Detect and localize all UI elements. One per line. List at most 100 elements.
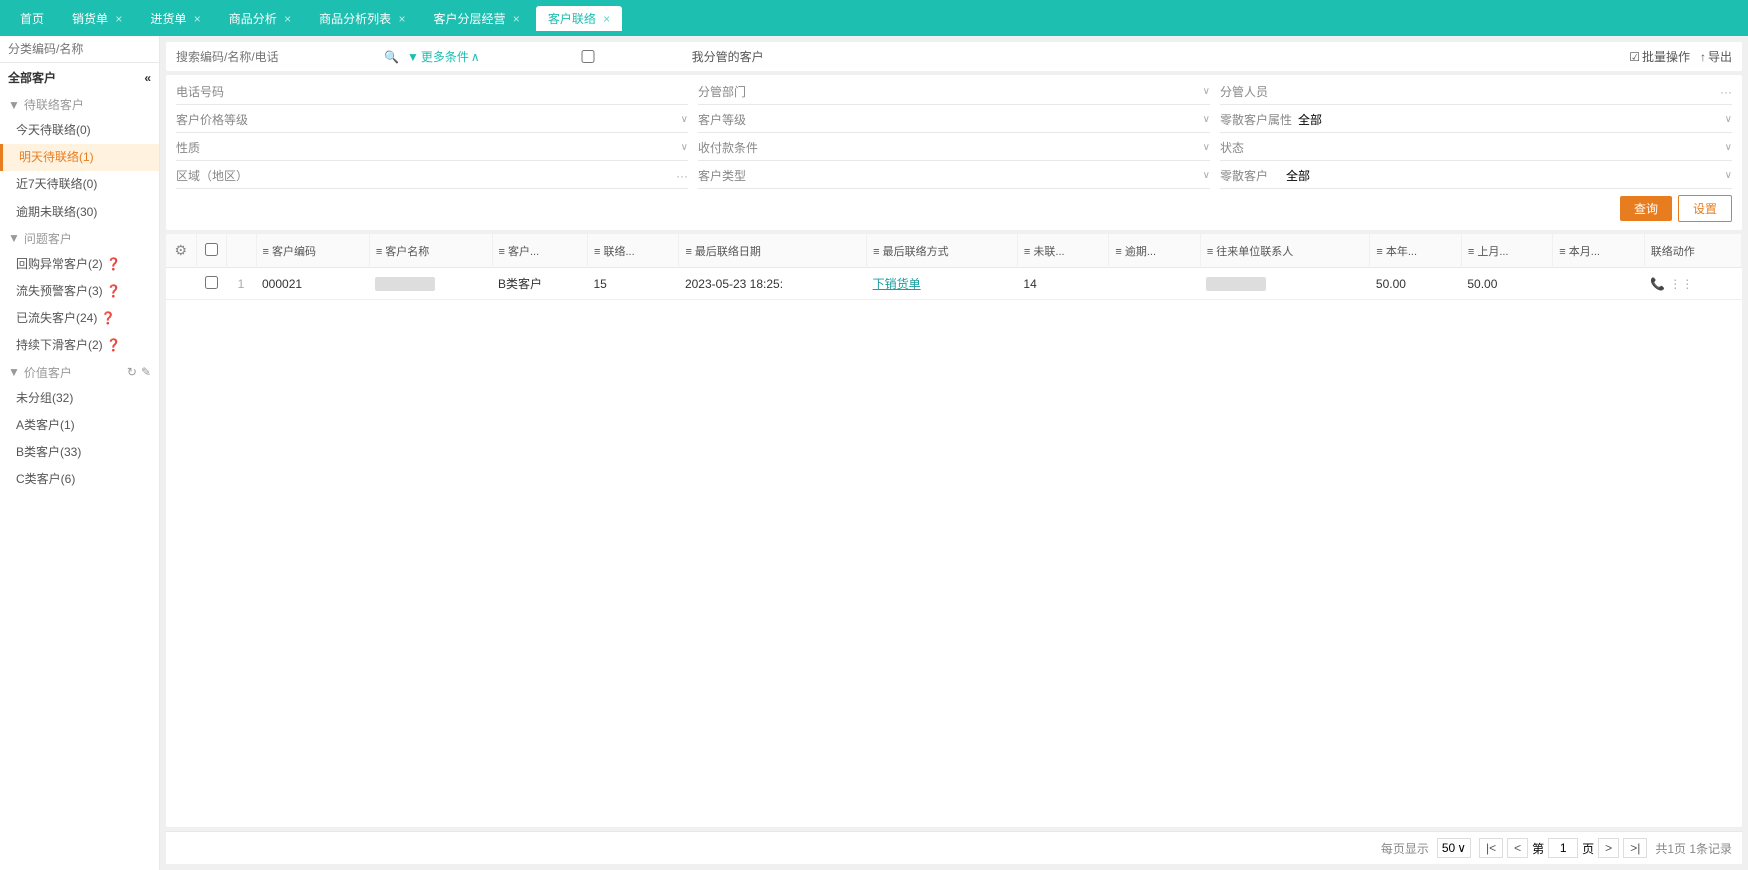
page-label: 第 [1532,840,1544,857]
close-icon[interactable]: × [284,12,291,26]
row-action-phone-icon[interactable]: 📞 [1650,277,1665,291]
sidebar-item-lost[interactable]: 已流失客户(24) ❓ [0,305,159,332]
sidebar-item-declining[interactable]: 持续下滑客户(2) ❓ [0,332,159,359]
filter-customer-type-select[interactable]: ∨ [764,170,1210,181]
chevron-down-icon: ∨ [1203,114,1210,125]
filter-nature-select[interactable]: ∨ [242,142,688,153]
sidebar-search-row: 🔍 [0,36,159,63]
per-page-select[interactable]: 50 ∨ [1437,838,1471,858]
filter-retail-attr-select[interactable]: 全部 ∨ [1298,111,1732,128]
chevron-down-icon: ∨ [1725,142,1732,153]
triangle-icon: ▼ [8,365,20,379]
search-input[interactable] [176,50,376,64]
close-icon[interactable]: × [513,12,520,26]
sidebar-item-tomorrow[interactable]: 明天待联络(1) [0,144,159,171]
page-number-input[interactable] [1548,838,1578,858]
col-gear: ⚙ [166,234,196,268]
sidebar-item-overdue[interactable]: 逾期未联络(30) [0,199,159,226]
row-action: 📞 ⋮⋮ [1644,268,1741,300]
close-icon[interactable]: × [398,12,405,26]
content-area: 🔍 ▼ 更多条件 ∧ 我分管的客户 ☑ 批量操作 ↑ 导出 [160,36,1748,870]
filter-payment-label: 收付款条件 [698,139,758,156]
nav-product-analysis[interactable]: 商品分析 × [217,6,303,31]
filter-status-select[interactable]: ∨ [1286,142,1732,153]
nav-customer-tier[interactable]: 客户分层经营 × [421,6,531,31]
col-check [196,234,226,268]
group-value-customers[interactable]: ▼ 价值客户 ↻ ✎ [0,360,159,385]
filter-price-level: 客户价格等级 ∨ [176,111,688,133]
filter-dept: 分管部门 ∨ [698,83,1210,105]
filter-dept-label: 分管部门 [698,83,758,100]
prev-page-button[interactable]: < [1507,838,1528,858]
filter-dept-select[interactable]: ∨ [764,86,1210,97]
nav-sales[interactable]: 销货单 × [60,6,134,31]
next-page-button[interactable]: > [1598,838,1619,858]
refresh-icon[interactable]: ↻ [127,365,137,379]
nav-customer-contact[interactable]: 客户联络 × [536,6,622,31]
row-last-month: 50.00 [1461,268,1552,300]
my-customers-checkbox-label[interactable]: 我分管的客户 [488,48,764,65]
sidebar: 🔍 全部客户 « ▼ 待联络客户 今天待联络(0) 明天待联络(1) 近7天待联… [0,36,160,870]
export-button[interactable]: ↑ 导出 [1700,48,1732,65]
filter-status-label: 状态 [1220,139,1280,156]
select-all-checkbox[interactable] [205,243,218,256]
filter-retail-customer-select[interactable]: 全部 ∨ [1286,167,1732,184]
batch-op-button[interactable]: ☑ 批量操作 [1629,48,1690,65]
sidebar-item-today[interactable]: 今天待联络(0) [0,117,159,144]
edit-icon[interactable]: ✎ [141,365,151,379]
sidebar-item-b-class[interactable]: B类客户(33) [0,439,159,466]
row-customer-code: 000021 [256,268,369,300]
row-select-checkbox[interactable] [205,276,218,289]
row-customer-name [369,268,492,300]
filter-nature-label: 性质 [176,139,236,156]
filter-customer-level-select[interactable]: ∨ [764,114,1210,125]
group-problem-customers[interactable]: ▼ 问题客户 [0,226,159,251]
sidebar-item-ungroup[interactable]: 未分组(32) [0,385,159,412]
last-contact-link[interactable]: 下销货单 [873,277,921,291]
query-button[interactable]: 查询 [1620,196,1672,221]
all-customers-title[interactable]: 全部客户 « [0,63,159,92]
sidebar-item-warning[interactable]: 流失预警客户(3) ❓ [0,278,159,305]
nav-product-analysis-list[interactable]: 商品分析列表 × [307,6,417,31]
filter-region-label: 区域（地区） [176,167,248,184]
search-button[interactable]: 🔍 [384,50,399,64]
dots-icon: ··· [676,169,688,183]
close-icon[interactable]: × [603,12,610,26]
chevron-down-icon: ∨ [1203,170,1210,181]
sidebar-item-7days[interactable]: 近7天待联络(0) [0,171,159,198]
sidebar-item-a-class[interactable]: A类客户(1) [0,412,159,439]
filter-customer-type-label: 客户类型 [698,167,758,184]
filter-phone-label: 电话号码 [176,83,236,100]
more-filter-button[interactable]: ▼ 更多条件 ∧ [407,48,480,65]
group-pending-contact[interactable]: ▼ 待联络客户 [0,92,159,117]
nav-home[interactable]: 首页 [8,6,56,31]
chevron-down-icon: ∨ [1725,114,1732,125]
filter-retail-attr-label: 零散客户属性 [1220,111,1292,128]
collapse-icon[interactable]: « [144,71,151,85]
row-action-grid-icon[interactable]: ⋮⋮ [1669,277,1693,291]
col-contact-header: ≡ 联络... [588,234,679,268]
gear-icon[interactable]: ⚙ [174,242,187,258]
table-container: ⚙ ≡ 客户编码 ≡ 客户名称 ≡ 客户... ≡ 联络... ≡ 最后联络日期… [166,234,1742,827]
filter-payment-select[interactable]: ∨ [764,142,1210,153]
row-this-month [1553,268,1644,300]
close-icon[interactable]: × [194,12,201,26]
col-customer-name-header: ≡ 客户名称 [369,234,492,268]
sidebar-item-abnormal[interactable]: 回购异常客户(2) ❓ [0,251,159,278]
close-icon[interactable]: × [115,12,122,26]
first-page-button[interactable]: |< [1479,838,1503,858]
my-customers-checkbox[interactable] [488,50,688,63]
sidebar-search-input[interactable] [8,42,160,56]
row-checkbox [196,268,226,300]
filter-price-level-select[interactable]: ∨ [254,114,688,125]
filter-region-select[interactable]: ··· [254,169,688,183]
check-icon: ☑ [1629,50,1640,64]
filter-manager-select[interactable]: ··· [1286,85,1732,99]
col-action-header: 联络动作 [1644,234,1741,268]
nav-purchase[interactable]: 进货单 × [138,6,212,31]
last-page-button[interactable]: >| [1623,838,1647,858]
col-last-contact-date-header: ≡ 最后联络日期 [679,234,867,268]
filter-phone-input[interactable] [242,85,688,99]
sidebar-item-c-class[interactable]: C类客户(6) [0,466,159,493]
setting-button[interactable]: 设置 [1678,195,1732,222]
